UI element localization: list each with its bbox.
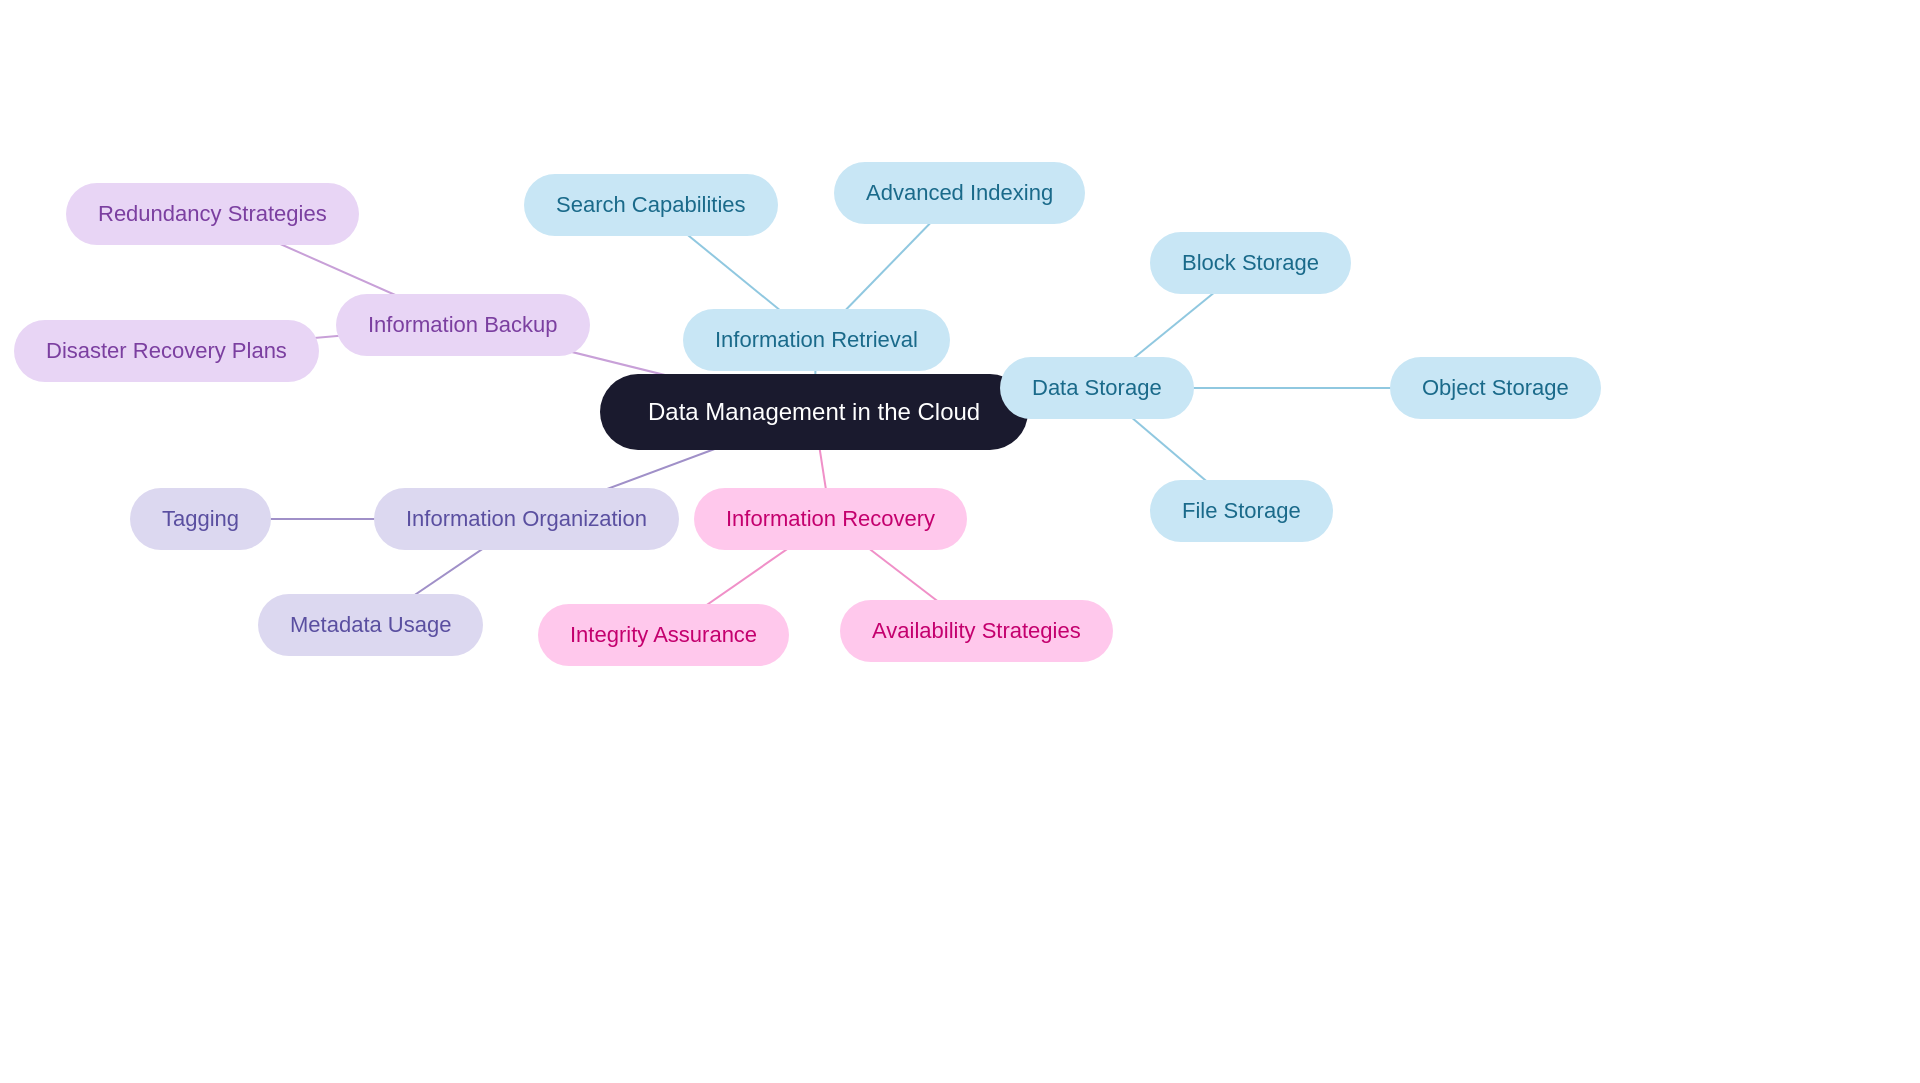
file-storage-node[interactable]: File Storage [1150, 480, 1333, 542]
data-storage-node[interactable]: Data Storage [1000, 357, 1194, 419]
information-recovery-node[interactable]: Information Recovery [694, 488, 967, 550]
metadata-usage-node[interactable]: Metadata Usage [258, 594, 483, 656]
advanced-indexing-node[interactable]: Advanced Indexing [834, 162, 1085, 224]
block-storage-node[interactable]: Block Storage [1150, 232, 1351, 294]
availability-strategies-node[interactable]: Availability Strategies [840, 600, 1113, 662]
search-capabilities-node[interactable]: Search Capabilities [524, 174, 778, 236]
object-storage-node[interactable]: Object Storage [1390, 357, 1601, 419]
information-retrieval-node[interactable]: Information Retrieval [683, 309, 950, 371]
integrity-assurance-node[interactable]: Integrity Assurance [538, 604, 789, 666]
disaster-recovery-node[interactable]: Disaster Recovery Plans [14, 320, 319, 382]
redundancy-strategies-node[interactable]: Redundancy Strategies [66, 183, 359, 245]
information-organization-node[interactable]: Information Organization [374, 488, 679, 550]
center-node[interactable]: Data Management in the Cloud [600, 374, 1028, 450]
tagging-node[interactable]: Tagging [130, 488, 271, 550]
information-backup-node[interactable]: Information Backup [336, 294, 590, 356]
